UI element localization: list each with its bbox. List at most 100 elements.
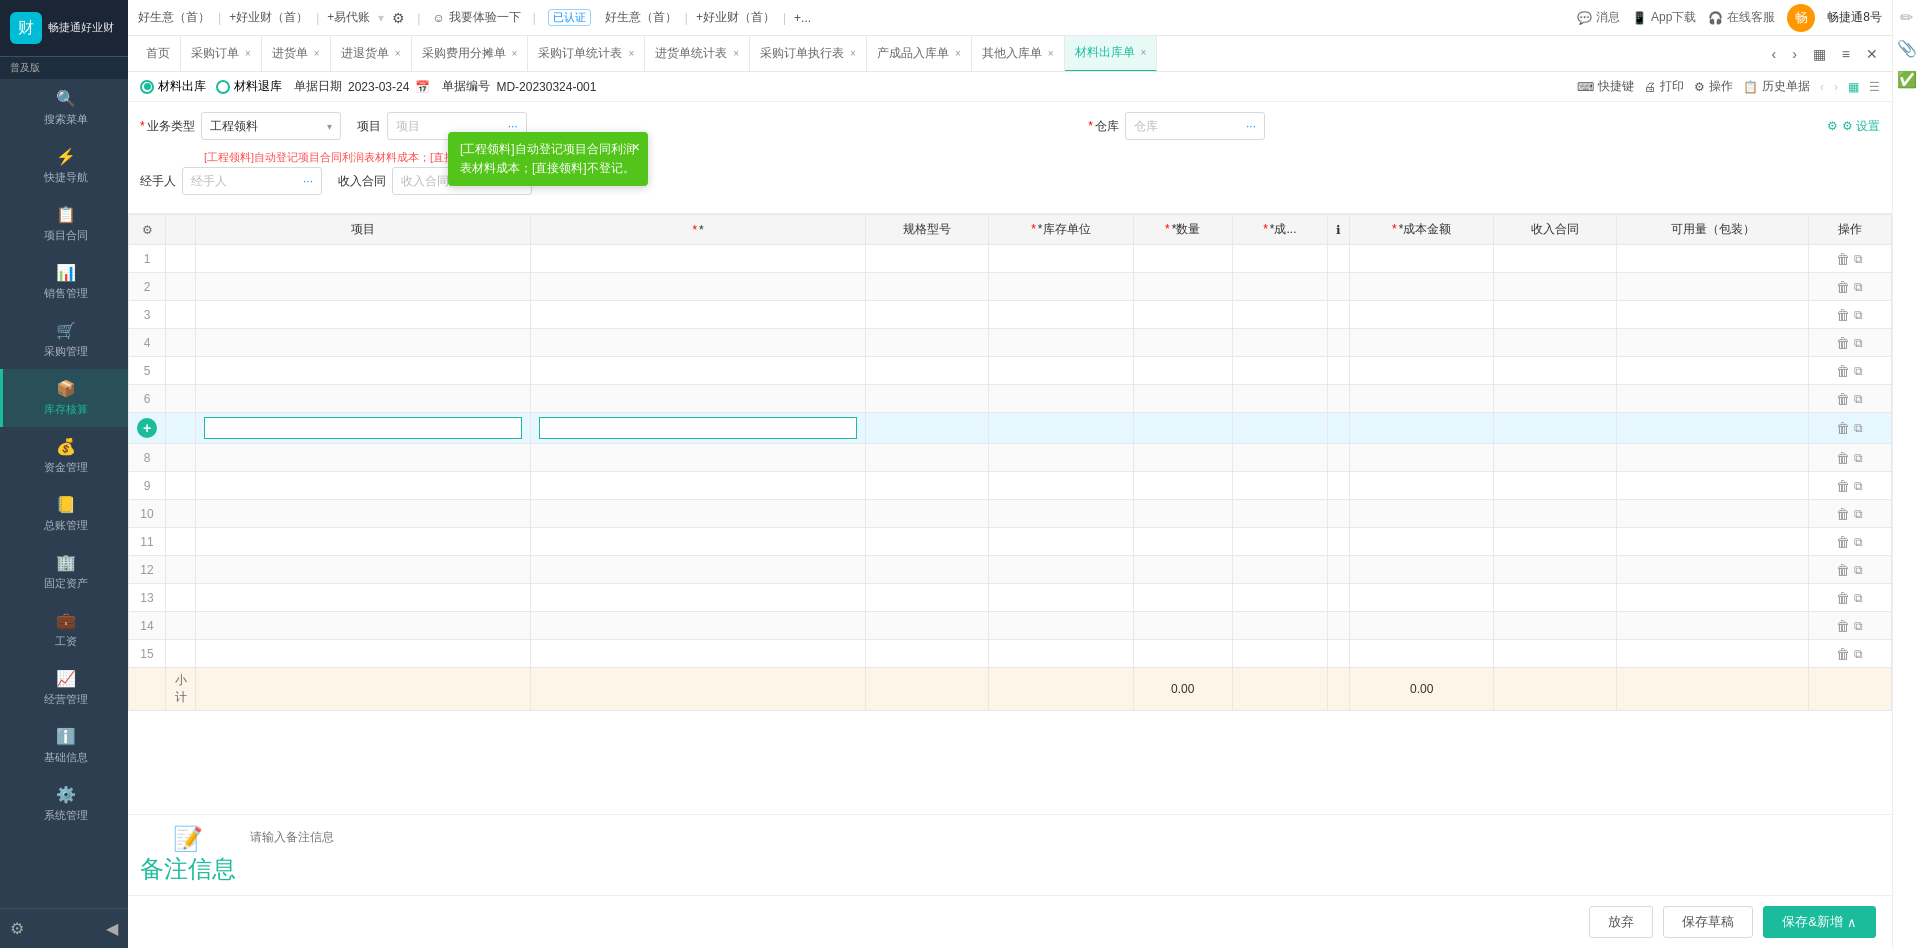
unit-cell[interactable] xyxy=(989,385,1134,413)
app-download-button[interactable]: 📱 App下载 xyxy=(1632,9,1696,26)
cost-cell[interactable] xyxy=(1232,472,1327,500)
right-panel-edit-button[interactable]: ✏ xyxy=(1900,8,1913,27)
collapse-icon[interactable]: ◀ xyxy=(106,919,118,938)
income-contract-cell[interactable] xyxy=(1494,301,1617,329)
tab-material-out-close[interactable]: × xyxy=(1141,47,1147,58)
sidebar-item-accounting[interactable]: 📒 总账管理 xyxy=(0,485,128,543)
product-cell[interactable] xyxy=(531,556,866,584)
qty-cell[interactable] xyxy=(1133,357,1232,385)
copy-active-row-button[interactable]: ⧉ xyxy=(1854,421,1863,435)
cost-cell[interactable] xyxy=(1232,329,1327,357)
project-cell[interactable] xyxy=(196,640,531,668)
project-cell-active[interactable] xyxy=(196,413,531,444)
tab-prev-icon[interactable]: ‹ xyxy=(1765,44,1782,64)
tab-purchase-order[interactable]: 采购订单 × xyxy=(181,36,262,72)
tab-material-out[interactable]: 材料出库单 × xyxy=(1065,36,1158,72)
spec-cell[interactable] xyxy=(866,329,989,357)
delete-row-button[interactable]: 🗑 xyxy=(1836,590,1850,606)
qty-cell[interactable] xyxy=(1133,556,1232,584)
income-contract-cell[interactable] xyxy=(1494,385,1617,413)
project-more-icon[interactable]: ··· xyxy=(508,119,518,133)
right-panel-check-button[interactable]: ✅ xyxy=(1897,70,1917,89)
spec-cell[interactable] xyxy=(866,357,989,385)
sidebar-item-salary[interactable]: 💼 工资 xyxy=(0,601,128,659)
copy-row-button[interactable]: ⧉ xyxy=(1854,280,1863,294)
project-cell[interactable] xyxy=(196,273,531,301)
history-button[interactable]: 📋 历史单据 xyxy=(1743,78,1810,95)
view-list-icon[interactable]: ☰ xyxy=(1869,80,1880,94)
product-input-active[interactable] xyxy=(539,417,857,439)
product-cell[interactable] xyxy=(531,500,866,528)
cost-cell[interactable] xyxy=(1232,301,1327,329)
tab-purchase-exec[interactable]: 采购订单执行表 × xyxy=(750,36,867,72)
handler-select[interactable]: 经手人 ··· xyxy=(182,167,322,195)
calendar-icon[interactable]: 📅 xyxy=(415,80,430,94)
topbar-link-finance2[interactable]: +好业财（首） xyxy=(696,9,775,26)
right-panel-attach-button[interactable]: 📎 xyxy=(1897,39,1917,58)
col-settings-icon[interactable]: ⚙ xyxy=(142,223,153,237)
save-new-button[interactable]: 保存&新增 ∧ xyxy=(1763,906,1876,938)
delete-row-button[interactable]: 🗑 xyxy=(1836,618,1850,634)
project-cell[interactable] xyxy=(196,329,531,357)
qty-cell[interactable] xyxy=(1133,385,1232,413)
tab-goods-in-close[interactable]: × xyxy=(314,48,320,59)
product-cell[interactable] xyxy=(531,640,866,668)
spec-cell[interactable] xyxy=(866,584,989,612)
income-contract-cell[interactable] xyxy=(1494,245,1617,273)
copy-row-button[interactable]: ⧉ xyxy=(1854,252,1863,266)
cost-cell[interactable] xyxy=(1232,444,1327,472)
notes-icon-button[interactable]: 📝 备注信息 xyxy=(140,825,236,885)
product-cell[interactable] xyxy=(531,612,866,640)
copy-row-button[interactable]: ⧉ xyxy=(1854,507,1863,521)
product-cell-active[interactable] xyxy=(531,413,866,444)
qty-cell[interactable] xyxy=(1133,329,1232,357)
qty-cell[interactable] xyxy=(1133,584,1232,612)
income-contract-cell[interactable] xyxy=(1494,612,1617,640)
notes-input[interactable] xyxy=(246,825,1880,865)
cost-amount-cell[interactable] xyxy=(1349,245,1494,273)
tab-goods-in[interactable]: 进货单 × xyxy=(262,36,331,72)
tab-goods-return[interactable]: 进退货单 × xyxy=(331,36,412,72)
cost-cell[interactable] xyxy=(1232,640,1327,668)
income-contract-cell[interactable] xyxy=(1494,500,1617,528)
unit-cell[interactable] xyxy=(989,301,1134,329)
project-cell[interactable] xyxy=(196,444,531,472)
cost-cell[interactable] xyxy=(1232,612,1327,640)
project-cell[interactable] xyxy=(196,357,531,385)
income-contract-cell[interactable] xyxy=(1494,329,1617,357)
spec-cell[interactable] xyxy=(866,273,989,301)
cost-amount-cell[interactable] xyxy=(1349,472,1494,500)
topbar-link-good-biz2[interactable]: 好生意（首） xyxy=(605,9,677,26)
cost-amount-cell[interactable] xyxy=(1349,500,1494,528)
operations-button[interactable]: ⚙ 操作 xyxy=(1694,78,1733,95)
cost-cell-active[interactable] xyxy=(1232,413,1327,444)
spec-cell[interactable] xyxy=(866,301,989,329)
project-cell[interactable] xyxy=(196,500,531,528)
biz-type-select[interactable]: 工程领料 ▾ xyxy=(201,112,341,140)
income-contract-cell[interactable] xyxy=(1494,640,1617,668)
project-cell[interactable] xyxy=(196,584,531,612)
sidebar-item-assets[interactable]: 🏢 固定资产 xyxy=(0,543,128,601)
shortcut-button[interactable]: ⌨ 快捷键 xyxy=(1577,78,1634,95)
tab-purchase-expense[interactable]: 采购费用分摊单 × xyxy=(412,36,529,72)
qty-cell[interactable] xyxy=(1133,472,1232,500)
spec-cell[interactable] xyxy=(866,500,989,528)
topbar-link-more[interactable]: +... xyxy=(794,11,811,25)
spec-cell[interactable] xyxy=(866,385,989,413)
spec-cell[interactable] xyxy=(866,444,989,472)
sidebar-item-search[interactable]: 🔍 搜索菜单 xyxy=(0,79,128,137)
cost-cell[interactable] xyxy=(1232,500,1327,528)
sidebar-item-system[interactable]: ⚙️ 系统管理 xyxy=(0,775,128,833)
cost-amount-cell[interactable] xyxy=(1349,301,1494,329)
unit-cell[interactable] xyxy=(989,584,1134,612)
cost-cell[interactable] xyxy=(1232,273,1327,301)
qty-cell[interactable] xyxy=(1133,444,1232,472)
delete-row-button[interactable]: 🗑 xyxy=(1836,534,1850,550)
product-cell[interactable] xyxy=(531,273,866,301)
cost-amount-cell[interactable] xyxy=(1349,584,1494,612)
handler-more-icon[interactable]: ··· xyxy=(303,174,313,188)
tab-close-all-icon[interactable]: ✕ xyxy=(1860,44,1884,64)
income-contract-cell[interactable] xyxy=(1494,528,1617,556)
tab-home[interactable]: 首页 xyxy=(136,36,181,72)
spec-cell[interactable] xyxy=(866,556,989,584)
